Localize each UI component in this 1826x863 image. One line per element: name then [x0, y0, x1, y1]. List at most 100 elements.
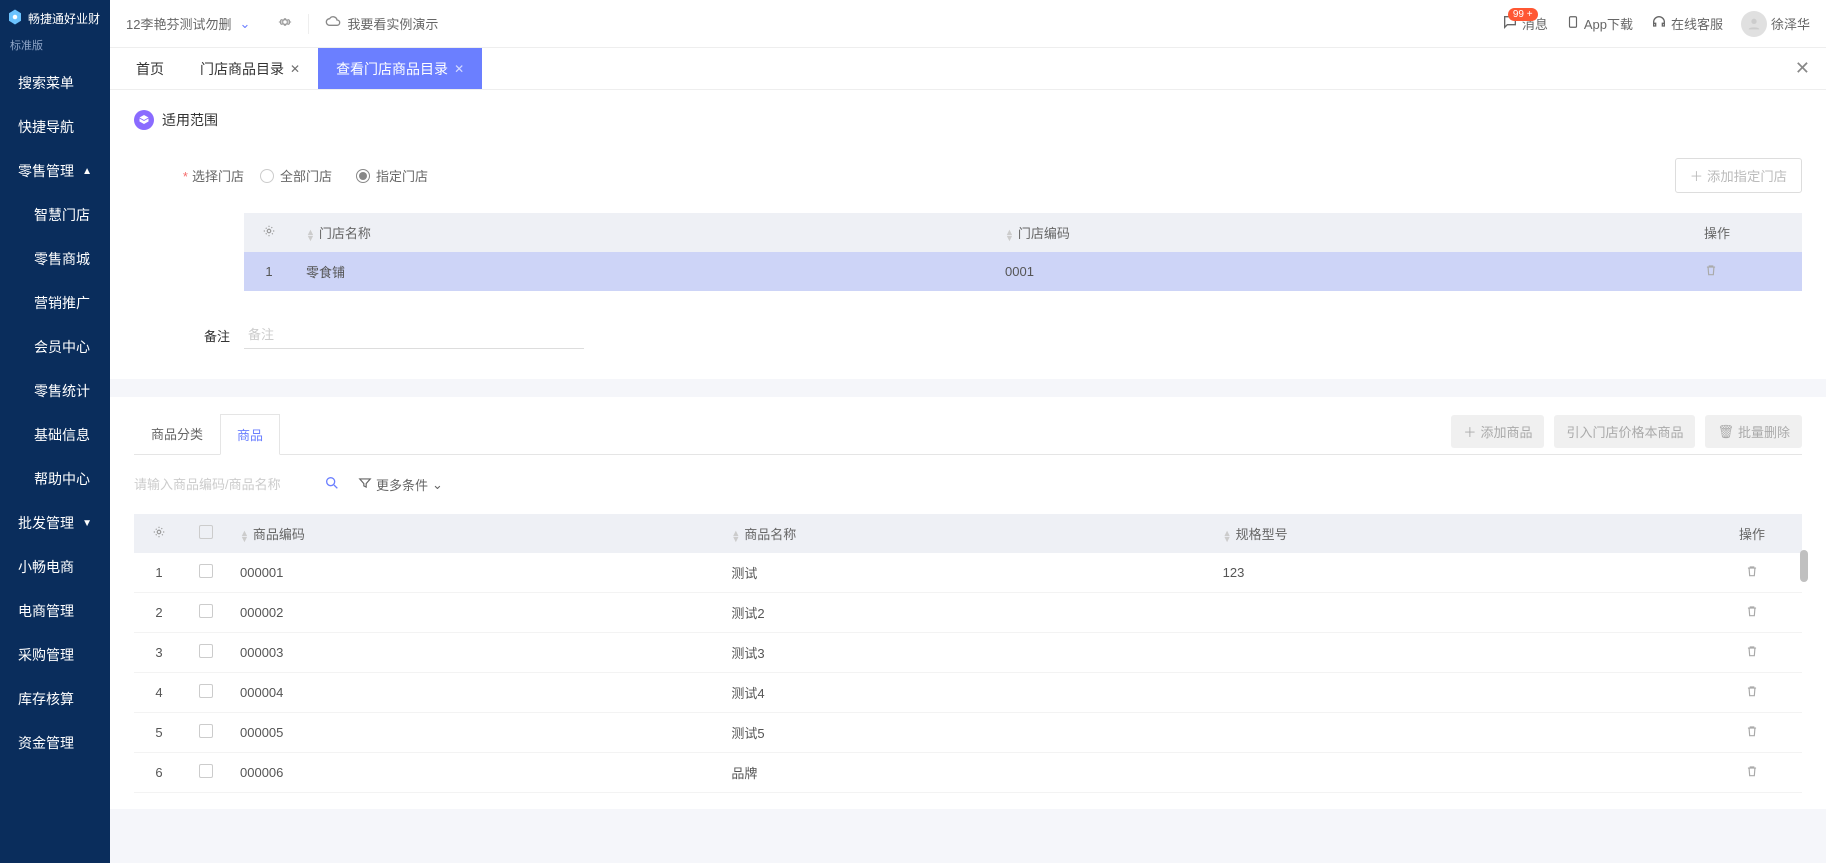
batch-delete-button[interactable]: 🗑批量删除: [1705, 415, 1802, 448]
import-goods-button[interactable]: 引入门店价格本商品: [1554, 415, 1695, 448]
goods-spec-cell: [1211, 753, 1702, 793]
scope-icon: [134, 110, 154, 130]
table-row[interactable]: 4 000004 测试4: [134, 673, 1802, 713]
edition-label: 标准版: [0, 37, 110, 61]
row-checkbox[interactable]: [184, 633, 228, 673]
trash-icon[interactable]: [1704, 265, 1718, 280]
trash-icon[interactable]: [1745, 726, 1759, 741]
add-store-button[interactable]: ＋ 添加指定门店: [1675, 158, 1802, 193]
trash-icon[interactable]: [1745, 766, 1759, 781]
download-button[interactable]: App下载: [1566, 14, 1633, 33]
user-menu[interactable]: 徐泽华: [1741, 11, 1810, 37]
trash-icon[interactable]: [1745, 606, 1759, 621]
service-button[interactable]: 在线客服: [1651, 14, 1723, 33]
sidebar-item[interactable]: 零售管理▲: [0, 149, 110, 193]
store-code-header[interactable]: ▲▼门店编码: [993, 213, 1692, 252]
row-checkbox[interactable]: [184, 753, 228, 793]
sidebar-item[interactable]: 采购管理: [0, 633, 110, 677]
close-all-tabs-button[interactable]: ✕: [1787, 58, 1818, 79]
message-button[interactable]: 99 + 消息: [1502, 14, 1548, 33]
goods-name-cell: 测试: [719, 553, 1210, 593]
logo: 畅捷通好业财: [0, 0, 110, 37]
gear-icon[interactable]: [278, 15, 292, 32]
sidebar-item[interactable]: 小畅电商: [0, 545, 110, 589]
row-index: 5: [134, 713, 184, 753]
scrollbar-thumb[interactable]: [1800, 550, 1808, 582]
add-goods-button[interactable]: ＋添加商品: [1451, 415, 1544, 448]
goods-code-cell: 000003: [228, 633, 719, 673]
tab[interactable]: 查看门店商品目录✕: [318, 48, 482, 89]
row-checkbox[interactable]: [184, 593, 228, 633]
main: 12李艳芬测试勿删 ⌄ 我要看实例演示 99 + 消息: [110, 0, 1826, 863]
cloud-icon: [325, 14, 341, 33]
sort-icon: ▲▼: [1005, 229, 1014, 241]
sidebar-item[interactable]: 搜索菜单: [0, 61, 110, 105]
sidebar-item-label: 库存核算: [18, 689, 74, 709]
trash-icon[interactable]: [1745, 646, 1759, 661]
sidebar-item[interactable]: 营销推广: [0, 281, 110, 325]
plus-icon: ＋: [1463, 422, 1476, 441]
avatar: [1741, 11, 1767, 37]
table-row[interactable]: 3 000003 测试3: [134, 633, 1802, 673]
tab-category[interactable]: 商品分类: [134, 413, 220, 454]
trash-icon[interactable]: [1745, 566, 1759, 581]
store-name-header[interactable]: ▲▼门店名称: [294, 213, 993, 252]
table-row[interactable]: 1 000001 测试 123: [134, 553, 1802, 593]
org-name: 12李艳芬测试勿删: [126, 14, 231, 33]
table-row[interactable]: 5 000005 测试5: [134, 713, 1802, 753]
goods-code-header[interactable]: ▲▼商品编码: [228, 514, 719, 553]
radio-all-stores[interactable]: 全部门店: [260, 166, 332, 185]
trash-icon[interactable]: [1745, 686, 1759, 701]
goods-search-input[interactable]: [134, 473, 314, 496]
sidebar-item[interactable]: 智慧门店: [0, 193, 110, 237]
divider: [308, 14, 309, 34]
goods-name-header[interactable]: ▲▼商品名称: [719, 514, 1210, 553]
sidebar-item[interactable]: 资金管理: [0, 721, 110, 765]
gear-column-header[interactable]: [244, 213, 294, 252]
sort-icon: ▲▼: [240, 530, 249, 542]
sidebar-item[interactable]: 会员中心: [0, 325, 110, 369]
row-index: 4: [134, 673, 184, 713]
plus-icon: ＋: [1690, 166, 1703, 185]
tab[interactable]: 门店商品目录✕: [182, 48, 318, 89]
goods-spec-header[interactable]: ▲▼规格型号: [1211, 514, 1702, 553]
tab-goods[interactable]: 商品: [220, 414, 280, 455]
org-selector[interactable]: 12李艳芬测试勿删 ⌄: [126, 14, 270, 33]
select-all-checkbox[interactable]: [184, 514, 228, 553]
remark-input[interactable]: [244, 321, 584, 349]
scope-title: 适用范围: [162, 110, 218, 130]
goods-name-cell: 测试4: [719, 673, 1210, 713]
goods-spec-cell: [1211, 713, 1702, 753]
goods-name-cell: 测试5: [719, 713, 1210, 753]
radio-specified-stores[interactable]: 指定门店: [356, 166, 428, 185]
sidebar-item[interactable]: 批发管理▼: [0, 501, 110, 545]
row-checkbox[interactable]: [184, 673, 228, 713]
sidebar-item[interactable]: 快捷导航: [0, 105, 110, 149]
sidebar-item[interactable]: 零售统计: [0, 369, 110, 413]
table-row[interactable]: 6 000006 品牌: [134, 753, 1802, 793]
sidebar-item-label: 搜索菜单: [18, 73, 74, 93]
row-checkbox[interactable]: [184, 713, 228, 753]
sidebar-item[interactable]: 库存核算: [0, 677, 110, 721]
sidebar-item[interactable]: 基础信息: [0, 413, 110, 457]
table-row[interactable]: 1 零食铺 0001: [244, 252, 1802, 291]
search-icon[interactable]: [324, 475, 340, 495]
sidebar-item[interactable]: 帮助中心: [0, 457, 110, 501]
sidebar-item[interactable]: 零售商城: [0, 237, 110, 281]
goods-code-cell: 000005: [228, 713, 719, 753]
sidebar-item[interactable]: 电商管理: [0, 589, 110, 633]
row-action: [1702, 753, 1802, 793]
tab[interactable]: 首页: [118, 48, 182, 89]
row-checkbox[interactable]: [184, 553, 228, 593]
goods-code-cell: 000001: [228, 553, 719, 593]
username: 徐泽华: [1771, 14, 1810, 33]
close-icon[interactable]: ✕: [454, 62, 464, 76]
more-conditions-button[interactable]: 更多条件 ⌄: [358, 475, 443, 494]
close-icon[interactable]: ✕: [290, 62, 300, 76]
goods-code-cell: 000004: [228, 673, 719, 713]
goods-name-cell: 测试2: [719, 593, 1210, 633]
demo-link[interactable]: 我要看实例演示: [325, 14, 438, 33]
gear-column-header[interactable]: [134, 514, 184, 553]
table-row[interactable]: 2 000002 测试2: [134, 593, 1802, 633]
remark-label: 备注: [204, 326, 230, 345]
